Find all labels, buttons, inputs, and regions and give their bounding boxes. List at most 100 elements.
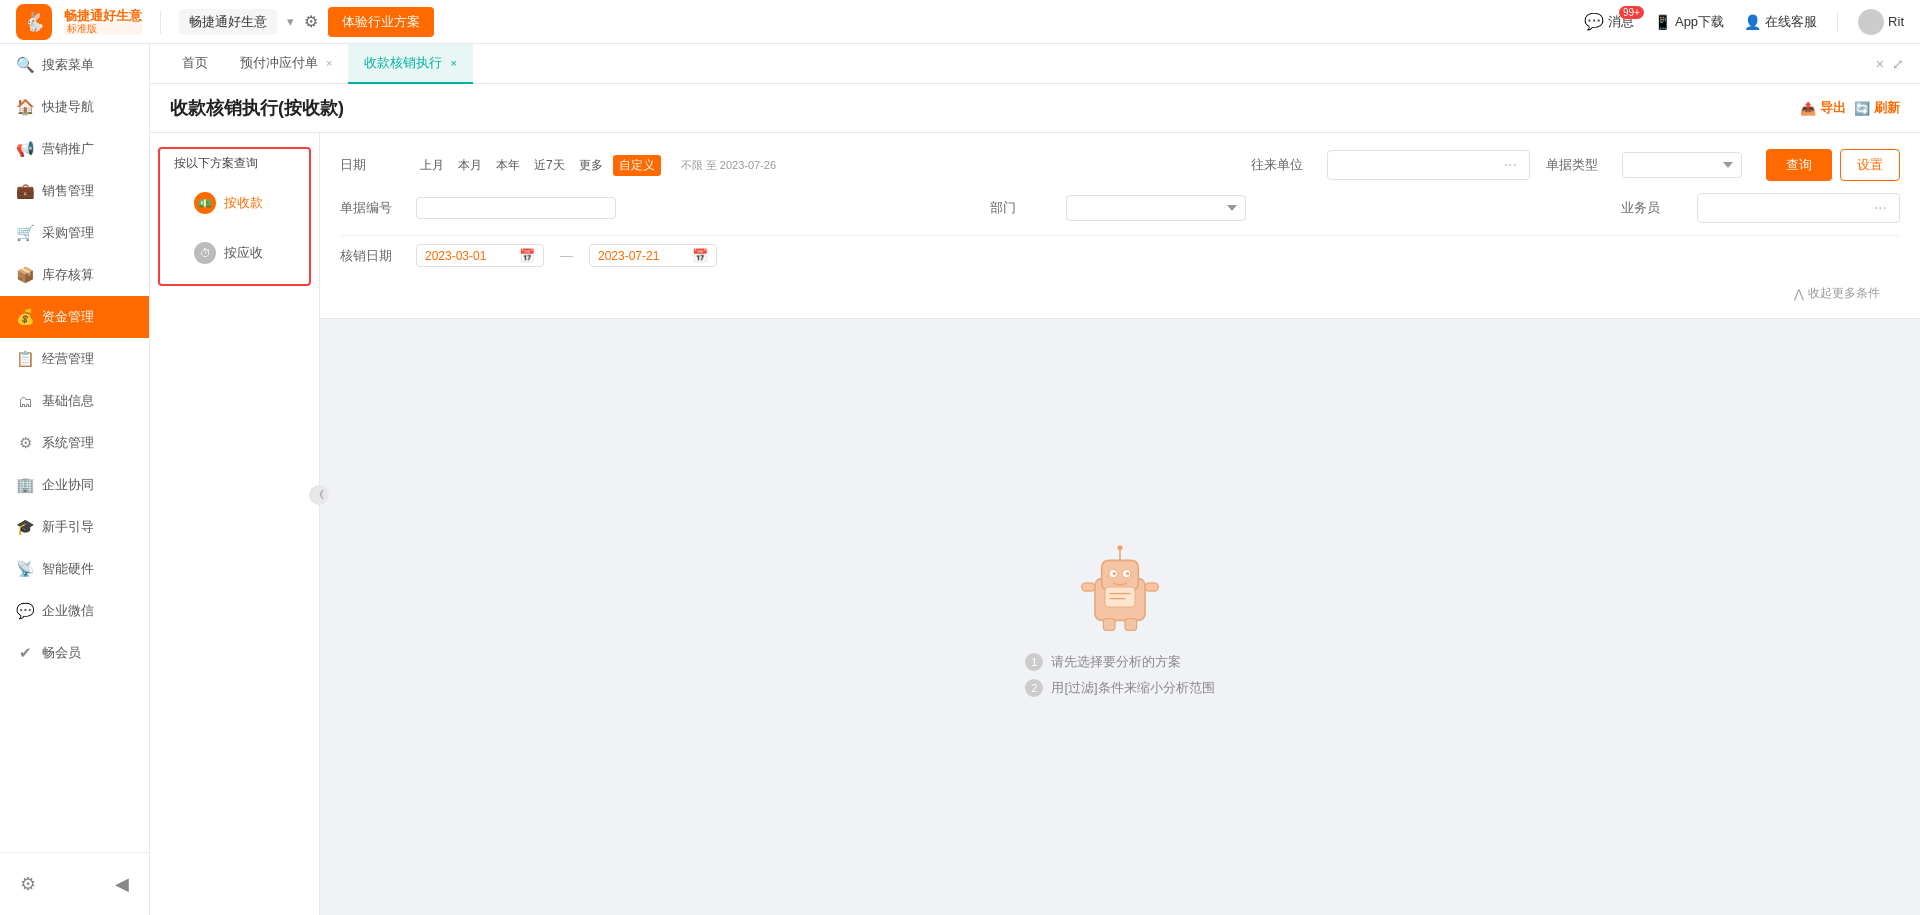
sidebar-item-member[interactable]: ✔ 畅会员 — [0, 632, 149, 674]
tab-prepay[interactable]: 预付冲应付单 × — [224, 44, 348, 84]
svg-rect-12 — [1105, 587, 1135, 607]
sidebar-item-inventory[interactable]: 📦 库存核算 — [0, 254, 149, 296]
online-service-btn[interactable]: 👤 在线客服 — [1744, 13, 1817, 31]
staff-input[interactable] — [1706, 201, 1866, 215]
writeoff-date-start-input[interactable] — [425, 249, 515, 263]
sidebar-item-operation[interactable]: 📋 经营管理 — [0, 338, 149, 380]
workspace-title[interactable]: 畅捷通好生意 — [179, 9, 277, 35]
export-btn[interactable]: 📤 导出 — [1800, 99, 1846, 117]
collapse-more-btn[interactable]: ⋀ 收起更多条件 — [340, 279, 1900, 302]
app-label: App下载 — [1675, 13, 1724, 31]
service-label: 在线客服 — [1765, 13, 1817, 31]
sidebar-item-system[interactable]: ⚙ 系统管理 — [0, 422, 149, 464]
refresh-btn[interactable]: 🔄 刷新 — [1854, 99, 1900, 117]
svg-rect-9 — [1145, 583, 1158, 591]
date-7days[interactable]: 近7天 — [530, 155, 569, 176]
export-label: 导出 — [1820, 99, 1846, 117]
sidebar-label-member: 畅会员 — [42, 644, 81, 662]
query-form: 日期 上月 本月 本年 近7天 更多 自定义 不限 至 2023-07-26 — [320, 133, 1920, 319]
voucher-type-label: 单据类型 — [1546, 156, 1606, 174]
partner-input[interactable] — [1336, 158, 1496, 172]
tab-prepay-close-icon[interactable]: × — [326, 57, 332, 69]
search-icon: 🔍 — [16, 56, 34, 74]
empty-tip-2-text: 用[过滤]条件来缩小分析范围 — [1051, 679, 1214, 697]
doc-no-label: 单据编号 — [340, 199, 400, 217]
date-more[interactable]: 更多 — [575, 155, 607, 176]
user-avatar — [1858, 9, 1884, 35]
sales-icon: 💼 — [16, 182, 34, 200]
doc-no-input[interactable] — [425, 201, 605, 215]
query-btn[interactable]: 查询 — [1766, 149, 1832, 181]
page-title-text: 收款核销执行(按收款) — [170, 96, 344, 120]
staff-dots-icon[interactable]: ··· — [1870, 197, 1891, 219]
writeoff-date-start-wrap: 📅 — [416, 244, 544, 267]
enterprise-icon: 🏢 — [16, 476, 34, 494]
sidebar-item-nav[interactable]: 🏠 快捷导航 — [0, 86, 149, 128]
writeoff-end-cal-icon[interactable]: 📅 — [692, 248, 708, 263]
svg-point-4 — [1112, 572, 1115, 575]
sidebar-item-marketing[interactable]: 📢 营销推广 — [0, 128, 149, 170]
message-btn[interactable]: 💬 消息 99+ — [1584, 12, 1634, 31]
empty-tip-2: 2 用[过滤]条件来缩小分析范围 — [1025, 679, 1214, 697]
sidebar-collapse-btn[interactable]: ◀ — [107, 865, 137, 903]
svg-rect-10 — [1103, 619, 1115, 631]
tab-expand-icon[interactable]: ⤢ — [1892, 56, 1904, 72]
tab-writeoff-close-icon[interactable]: × — [450, 57, 456, 69]
receipt-icon: 💵 — [194, 192, 216, 214]
wechat-icon: 💬 — [16, 602, 34, 620]
filter-by-receipt[interactable]: 💵 按收款 — [174, 182, 295, 224]
finance-icon: 💰 — [16, 308, 34, 326]
sidebar-label-sales: 销售管理 — [42, 182, 94, 200]
sidebar-label-search: 搜索菜单 — [42, 56, 94, 74]
filter-by-receivable[interactable]: ⏱ 按应收 — [174, 232, 295, 274]
sidebar-label-operation: 经营管理 — [42, 350, 94, 368]
sidebar-item-basic[interactable]: 🗂 基础信息 — [0, 380, 149, 422]
sidebar-item-wechat[interactable]: 💬 企业微信 — [0, 590, 149, 632]
setting-btn[interactable]: 设置 — [1840, 149, 1900, 181]
dept-label: 部门 — [990, 199, 1050, 217]
user-profile-btn[interactable]: Rit — [1858, 9, 1904, 35]
filter-panel-title: 按以下方案查询 — [174, 155, 295, 172]
tab-home-label: 首页 — [182, 54, 208, 72]
sidebar-item-guide[interactable]: 🎓 新手引导 — [0, 506, 149, 548]
date-last-month[interactable]: 上月 — [416, 155, 448, 176]
writeoff-start-cal-icon[interactable]: 📅 — [519, 248, 535, 263]
svg-rect-1 — [1102, 560, 1139, 590]
partner-input-wrap: ··· — [1327, 150, 1530, 180]
tab-home[interactable]: 首页 — [166, 44, 224, 84]
sidebar-item-purchase[interactable]: 🛒 采购管理 — [0, 212, 149, 254]
sidebar-item-hardware[interactable]: 📡 智能硬件 — [0, 548, 149, 590]
writeoff-date-end-input[interactable] — [598, 249, 688, 263]
query-section: 日期 上月 本月 本年 近7天 更多 自定义 不限 至 2023-07-26 — [320, 133, 1920, 915]
empty-tip-1-text: 请先选择要分析的方案 — [1051, 653, 1181, 671]
workspace-chevron-icon[interactable]: ▾ — [287, 14, 294, 29]
member-icon: ✔ — [16, 644, 34, 662]
sidebar-bottom: ⚙ ◀ — [0, 852, 149, 915]
filter-collapse-btn[interactable]: 《 — [309, 485, 329, 505]
dept-select[interactable] — [1066, 195, 1246, 221]
tab-close-all-icon[interactable]: × — [1876, 56, 1884, 72]
logo-icon: 🐇 — [16, 4, 52, 40]
top-bar: 🐇 畅捷通好生意 标准版 畅捷通好生意 ▾ ⚙ 体验行业方案 💬 消息 99+ … — [0, 0, 1920, 44]
sidebar-label-hardware: 智能硬件 — [42, 560, 94, 578]
sidebar-item-sales[interactable]: 💼 销售管理 — [0, 170, 149, 212]
date-shortcuts: 上月 本月 本年 近7天 更多 自定义 — [416, 155, 661, 176]
sidebar-item-enterprise[interactable]: 🏢 企业协同 — [0, 464, 149, 506]
date-this-year[interactable]: 本年 — [492, 155, 524, 176]
date-this-month[interactable]: 本月 — [454, 155, 486, 176]
sidebar-label-finance: 资金管理 — [42, 308, 94, 326]
voucher-type-select[interactable] — [1622, 152, 1742, 178]
sidebar-settings-btn[interactable]: ⚙ — [12, 865, 44, 903]
sidebar-item-finance[interactable]: 💰 资金管理 — [0, 296, 149, 338]
content-area: 按以下方案查询 💵 按收款 ⏱ 按应收 《 — [150, 133, 1920, 915]
sidebar-label-system: 系统管理 — [42, 434, 94, 452]
industry-btn[interactable]: 体验行业方案 — [328, 7, 434, 37]
partner-dots-icon[interactable]: ··· — [1500, 154, 1521, 176]
date-custom[interactable]: 自定义 — [613, 155, 661, 176]
svg-point-5 — [1126, 572, 1129, 575]
app-download-btn[interactable]: 📱 App下载 — [1654, 13, 1724, 31]
data-area: 1 请先选择要分析的方案 2 用[过滤]条件来缩小分析范围 — [320, 319, 1920, 915]
settings-icon[interactable]: ⚙ — [304, 12, 318, 31]
sidebar-item-search[interactable]: 🔍 搜索菜单 — [0, 44, 149, 86]
tab-writeoff[interactable]: 收款核销执行 × — [348, 44, 472, 84]
